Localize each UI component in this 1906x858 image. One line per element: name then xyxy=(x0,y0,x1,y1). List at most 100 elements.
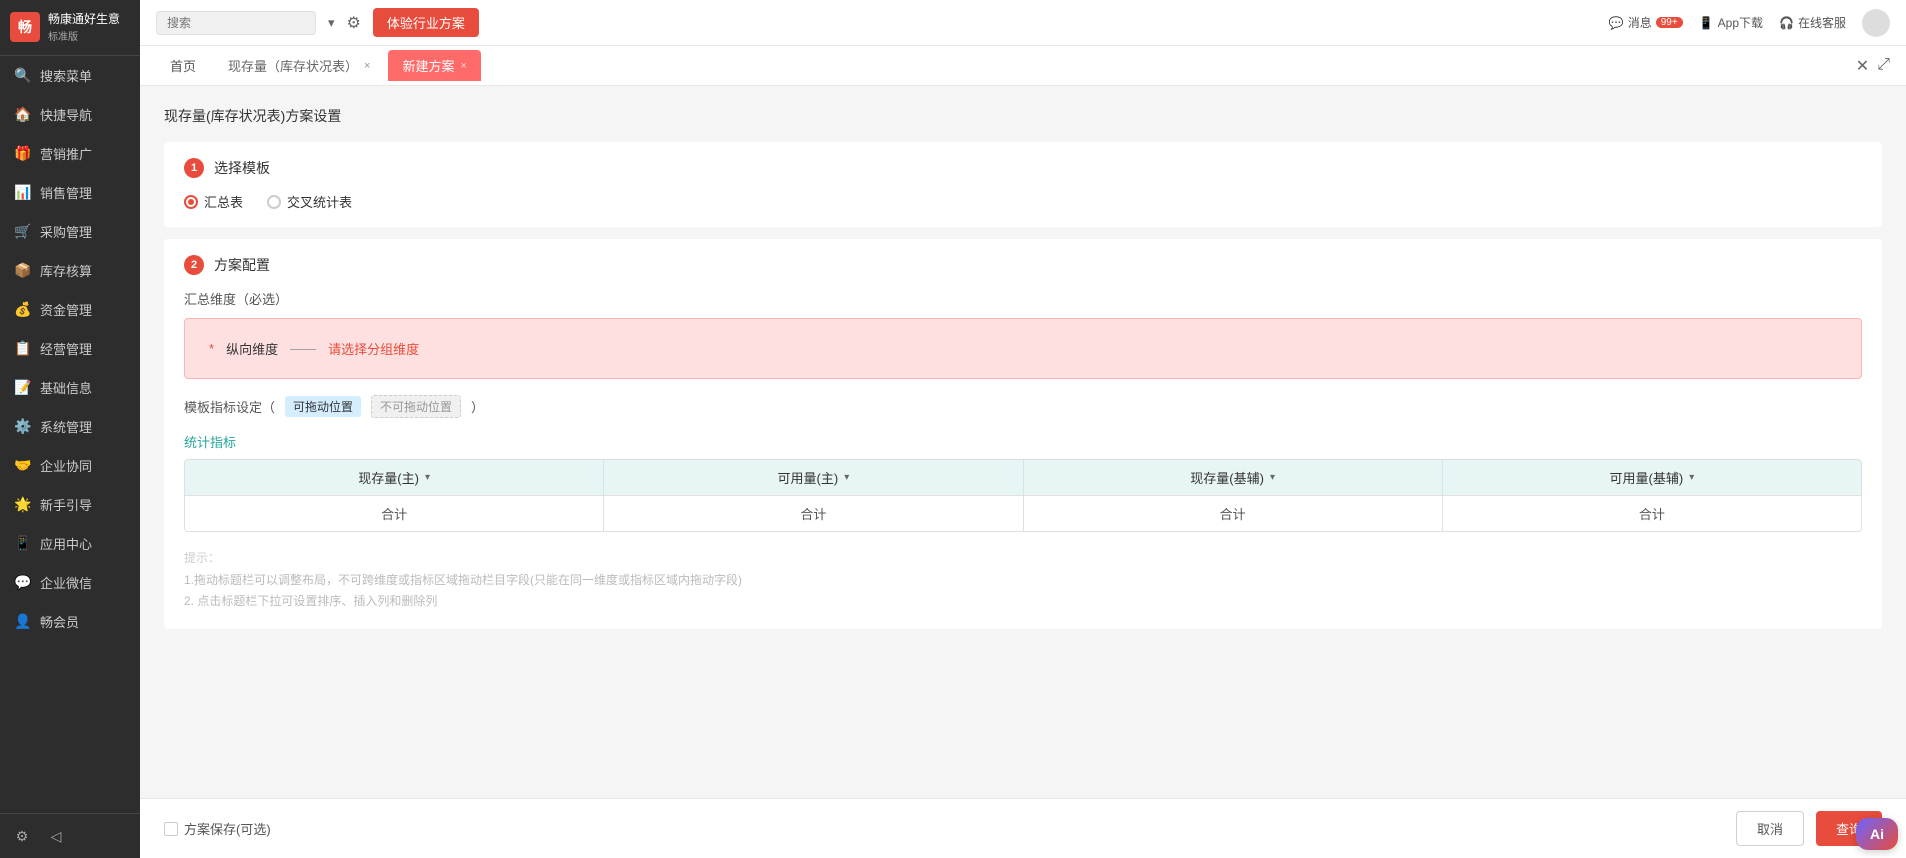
tip-item-2: 2. 点击标题栏下拉可设置排序、插入列和删除列 xyxy=(184,591,1862,613)
tab-inventory-status[interactable]: 现存量（库存状况表） × xyxy=(214,50,384,81)
stats-header-row: 现存量(主) ▾ 可用量(主) ▾ 现存量(基辅) ▾ 可用量(基辅) xyxy=(185,460,1861,495)
sidebar-item-system[interactable]: ⚙️ 系统管理 xyxy=(0,407,140,446)
stats-header-available-aux[interactable]: 可用量(基辅) ▾ xyxy=(1443,460,1861,495)
sidebar-item-sales[interactable]: 📊 销售管理 xyxy=(0,173,140,212)
radio-summary-circle xyxy=(184,195,198,209)
draggable-tag: 可拖动位置 xyxy=(285,396,361,417)
section1-number: 1 xyxy=(184,158,204,178)
page-title: 现存量(库存状况表)方案设置 xyxy=(164,106,1882,126)
sidebar-item-search-menu[interactable]: 🔍 搜索菜单 xyxy=(0,56,140,95)
section-config: 2 方案配置 汇总维度（必选） * 纵向维度 —— 请选择分组维度 模板指标设定… xyxy=(164,239,1882,629)
stats-section: 统计指标 现存量(主) ▾ 可用量(主) ▾ 现存量(基辅) xyxy=(184,432,1862,532)
topbar-dropdown-icon[interactable]: ▾ xyxy=(328,15,335,31)
chevron-current-aux-icon: ▾ xyxy=(1270,472,1275,483)
radio-cross[interactable]: 交叉统计表 xyxy=(267,192,352,211)
cancel-button[interactable]: 取消 xyxy=(1736,811,1804,846)
inventory-icon: 📦 xyxy=(14,261,32,279)
marketing-icon: 🎁 xyxy=(14,144,32,162)
section2-header: 2 方案配置 xyxy=(184,255,1862,275)
required-mark: * xyxy=(209,341,214,356)
section-template: 1 选择模板 汇总表 交叉统计表 xyxy=(164,142,1882,227)
ai-float-button[interactable]: Ai xyxy=(1856,818,1898,850)
chevron-current-main-icon: ▾ xyxy=(425,472,430,483)
sidebar-item-app-center[interactable]: 📱 应用中心 xyxy=(0,524,140,563)
sidebar-item-finance[interactable]: 💰 资金管理 xyxy=(0,290,140,329)
basic-info-icon: 📝 xyxy=(14,378,32,396)
page-content: 现存量(库存状况表)方案设置 1 选择模板 汇总表 交叉统计表 2 xyxy=(140,86,1906,798)
section2-title: 方案配置 xyxy=(214,255,270,275)
chevron-available-main-icon: ▾ xyxy=(844,472,849,483)
search-menu-icon: 🔍 xyxy=(14,66,32,84)
message-badge: 99+ xyxy=(1656,17,1683,28)
sidebar-item-quick-nav[interactable]: 🏠 快捷导航 xyxy=(0,95,140,134)
section1-header: 1 选择模板 xyxy=(184,158,1862,178)
topbar-search-input[interactable] xyxy=(156,11,316,35)
volume-bottom-icon[interactable]: ◁ xyxy=(44,824,68,848)
dimension-label: 纵向维度 xyxy=(226,339,278,358)
sidebar-bottom: ⚙ ◁ xyxy=(0,813,140,858)
stats-table: 现存量(主) ▾ 可用量(主) ▾ 现存量(基辅) ▾ 可用量(基辅) xyxy=(184,459,1862,532)
sidebar-item-enterprise[interactable]: 🤝 企业协同 xyxy=(0,446,140,485)
online-service-item[interactable]: 🎧 在线客服 xyxy=(1779,14,1846,31)
logo-text: 畅康通好生意 标准版 xyxy=(48,12,120,43)
save-checkbox[interactable] xyxy=(164,822,178,836)
sidebar-item-marketing[interactable]: 🎁 营销推广 xyxy=(0,134,140,173)
tabs-right-controls: ✕ ⤢ xyxy=(1856,56,1890,76)
sidebar-item-wechat[interactable]: 💬 企业微信 xyxy=(0,563,140,602)
purchase-icon: 🛒 xyxy=(14,222,32,240)
chevron-available-aux-icon: ▾ xyxy=(1689,472,1694,483)
section2-number: 2 xyxy=(184,255,204,275)
stats-header-available-main[interactable]: 可用量(主) ▾ xyxy=(604,460,1023,495)
sidebar-item-basic-info[interactable]: 📝 基础信息 xyxy=(0,368,140,407)
operations-icon: 📋 xyxy=(14,339,32,357)
topbar-settings-icon[interactable]: ⚙ xyxy=(347,13,361,33)
tab-inventory-close-icon[interactable]: × xyxy=(364,60,370,72)
sidebar-item-operations[interactable]: 📋 经营管理 xyxy=(0,329,140,368)
radio-summary[interactable]: 汇总表 xyxy=(184,192,243,211)
template-radio-group: 汇总表 交叉统计表 xyxy=(184,192,1862,211)
enterprise-icon: 🤝 xyxy=(14,456,32,474)
tab-close-all-icon[interactable]: ✕ xyxy=(1856,56,1869,76)
stats-header-current-aux[interactable]: 现存量(基辅) ▾ xyxy=(1024,460,1443,495)
user-avatar[interactable] xyxy=(1862,9,1890,37)
topbar: ▾ ⚙ 体验行业方案 💬 消息 99+ 📱 App下载 🎧 在线客服 xyxy=(140,0,1906,46)
app-download-item[interactable]: 📱 App下载 xyxy=(1699,14,1763,31)
tab-expand-icon[interactable]: ⤢ xyxy=(1877,56,1890,76)
tip-item-1: 1.拖动标题栏可以调整布局，不可跨维度或指标区域拖动栏目字段(只能在同一维度或指… xyxy=(184,570,1862,592)
save-option[interactable]: 方案保存(可选) xyxy=(164,819,271,838)
tab-home[interactable]: 首页 xyxy=(156,50,210,81)
message-item[interactable]: 💬 消息 99+ xyxy=(1609,14,1683,31)
stats-cell-current-main: 合计 xyxy=(185,496,604,531)
stats-cell-available-main: 合计 xyxy=(604,496,1023,531)
non-draggable-tag: 不可拖动位置 xyxy=(371,395,461,418)
main-content: ▾ ⚙ 体验行业方案 💬 消息 99+ 📱 App下载 🎧 在线客服 首页 xyxy=(140,0,1906,858)
dimension-placeholder[interactable]: 请选择分组维度 xyxy=(328,339,419,358)
app-center-icon: 📱 xyxy=(14,534,32,552)
app-download-icon: 📱 xyxy=(1699,16,1714,30)
stats-data-row: 合计 合计 合计 合计 xyxy=(185,495,1861,531)
system-icon: ⚙️ xyxy=(14,417,32,435)
headset-icon: 🎧 xyxy=(1779,16,1794,30)
tab-new-plan-close-icon[interactable]: × xyxy=(460,60,466,72)
topbar-right: 💬 消息 99+ 📱 App下载 🎧 在线客服 xyxy=(1609,9,1890,37)
sidebar: 畅 畅康通好生意 标准版 🔍 搜索菜单 🏠 快捷导航 🎁 营销推广 📊 销售管理… xyxy=(0,0,140,858)
member-icon: 👤 xyxy=(14,612,32,630)
sidebar-item-inventory[interactable]: 📦 库存核算 xyxy=(0,251,140,290)
sidebar-item-purchase[interactable]: 🛒 采购管理 xyxy=(0,212,140,251)
trial-button[interactable]: 体验行业方案 xyxy=(373,8,479,37)
aggregate-label: 汇总维度（必选） xyxy=(184,289,1862,308)
sidebar-nav: 🔍 搜索菜单 🏠 快捷导航 🎁 营销推广 📊 销售管理 🛒 采购管理 📦 库存核… xyxy=(0,56,140,813)
bottom-bar: 方案保存(可选) 取消 查询 xyxy=(140,798,1906,858)
stats-header-current-main[interactable]: 现存量(主) ▾ xyxy=(185,460,604,495)
radio-cross-circle xyxy=(267,195,281,209)
logo-icon: 畅 xyxy=(10,12,40,42)
finance-icon: 💰 xyxy=(14,300,32,318)
sidebar-item-newbie[interactable]: 🌟 新手引导 xyxy=(0,485,140,524)
tips-title: 提示： xyxy=(184,551,220,565)
stats-label: 统计指标 xyxy=(184,432,1862,451)
sidebar-item-member[interactable]: 👤 畅会员 xyxy=(0,602,140,641)
message-icon: 💬 xyxy=(1609,16,1624,30)
indicator-setting: 模板指标设定（ 可拖动位置 不可拖动位置 ） xyxy=(184,395,1862,418)
tab-new-plan[interactable]: 新建方案 × xyxy=(388,50,480,81)
settings-bottom-icon[interactable]: ⚙ xyxy=(10,824,34,848)
